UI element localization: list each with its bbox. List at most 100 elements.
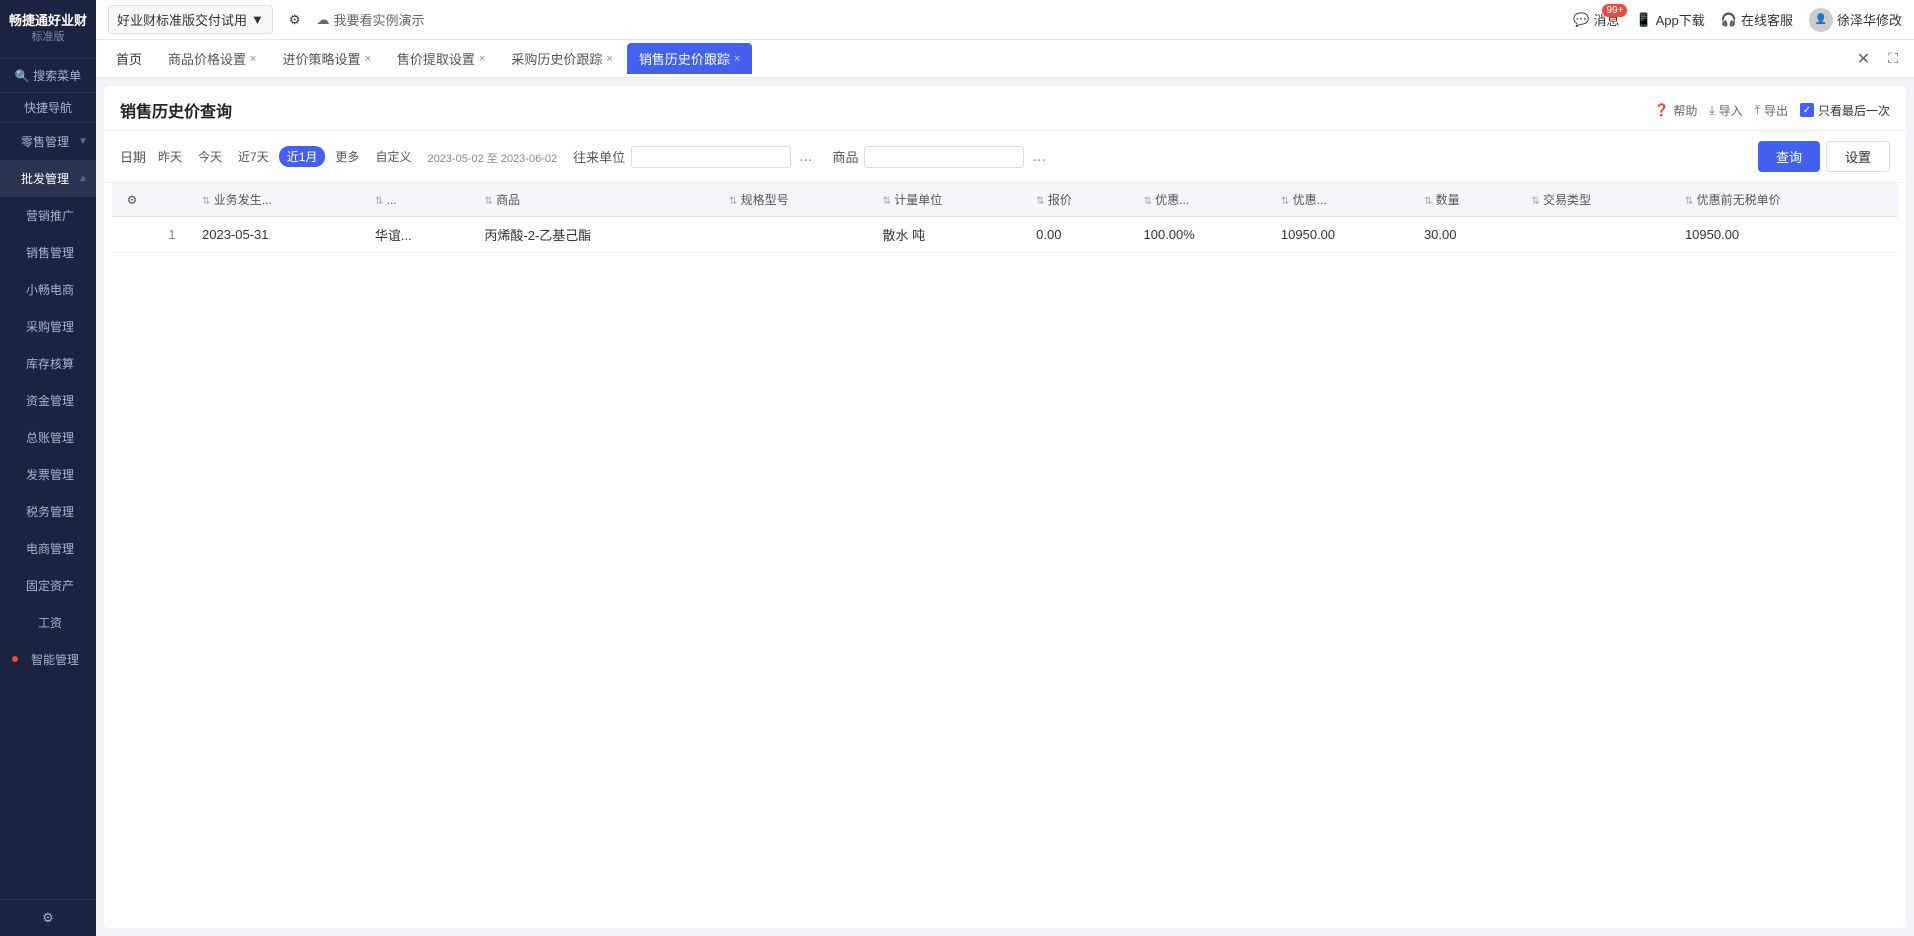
product-name: 好业财标准版交付试用 <box>117 10 247 29</box>
col-index <box>152 183 192 217</box>
sidebar-item-assets[interactable]: 固定资产 <box>0 567 96 604</box>
sidebar-item-purchase-label: 采购管理 <box>12 318 88 335</box>
sidebar-item-tax[interactable]: 税务管理 <box>0 493 96 530</box>
tab-sale-extract-label: 售价提取设置 <box>397 49 475 68</box>
col-discount-amt[interactable]: ⇅ 优惠... <box>1271 183 1414 217</box>
sidebar-item-wholesale[interactable]: 批发管理 ▲ <box>0 160 96 197</box>
col-biz-date[interactable]: ⇅ 业务发生... <box>192 183 365 217</box>
settings-filter-btn[interactable]: 设置 <box>1826 141 1890 172</box>
product-selector[interactable]: 好业财标准版交付试用 ▼ <box>108 5 273 34</box>
topbar-right: 💬 消息 99+ 📱 App下载 🎧 在线客服 👤 徐泽华修改 <box>1573 8 1902 32</box>
page-header: 销售历史价查询 ❓ 帮助 ⤓ 导入 ⤒ 导出 ✓ 只看最后一次 <box>104 86 1906 131</box>
col-quantity[interactable]: ⇅ 数量 <box>1414 183 1521 217</box>
source-unit-filter-group: 往来单位 ... <box>573 146 816 168</box>
only-last-checkbox[interactable]: ✓ 只看最后一次 <box>1800 102 1890 119</box>
col-discount-pct[interactable]: ⇅ 优惠... <box>1134 183 1271 217</box>
sidebar-item-ecom[interactable]: 电商管理 <box>0 530 96 567</box>
sidebar-item-payroll-label: 工资 <box>12 614 88 631</box>
sidebar-item-marketing[interactable]: 营销推广 <box>0 197 96 234</box>
help-btn[interactable]: ❓ 帮助 <box>1654 102 1697 119</box>
date-btn-last1m[interactable]: 近1月 <box>279 146 326 167</box>
sort-icon: ⇅ <box>883 196 891 207</box>
sidebar-item-inventory[interactable]: 库存核算 <box>0 345 96 382</box>
tabs-expand-btn[interactable]: ⛶ <box>1880 46 1906 71</box>
sidebar-settings-btn[interactable]: ⚙ <box>0 899 96 936</box>
sidebar-item-invoice[interactable]: 发票管理 <box>0 456 96 493</box>
demo-link[interactable]: ☁ 我要看实例演示 <box>317 10 425 29</box>
filter-row: 日期 昨天 今天 近7天 近1月 更多 自定义 2023-05-02 至 202… <box>104 131 1906 183</box>
date-filter-group: 日期 昨天 今天 近7天 近1月 更多 自定义 2023-05-02 至 202… <box>120 146 557 167</box>
help-label: 帮助 <box>1673 102 1697 119</box>
col-pretax-price[interactable]: ⇅ 优惠前无税单价 <box>1675 183 1898 217</box>
source-unit-input[interactable] <box>631 146 791 168</box>
date-buttons: 昨天 今天 近7天 近1月 更多 自定义 <box>152 146 417 167</box>
date-btn-last7[interactable]: 近7天 <box>232 146 275 167</box>
sidebar-item-invoice-label: 发票管理 <box>12 466 88 483</box>
sidebar-item-payroll[interactable]: 工资 <box>0 604 96 641</box>
app-download-btn[interactable]: 📱 App下载 <box>1635 10 1704 29</box>
tab-sale-history[interactable]: 销售历史价跟踪 × <box>627 43 752 74</box>
table-row: 1 2023-05-31 华谊... 丙烯酸-2-乙基己酯 散水 吨 0.00 <box>112 217 1898 253</box>
sidebar-item-fund[interactable]: 资金管理 <box>0 382 96 419</box>
sidebar-item-ecom-small[interactable]: 小畅电商 <box>0 271 96 308</box>
sidebar-item-purchase[interactable]: 采购管理 <box>0 308 96 345</box>
tab-price-settings[interactable]: 商品价格设置 × <box>156 43 268 74</box>
col-price[interactable]: ⇅ 报价 <box>1026 183 1133 217</box>
chevron-down-icon: ▼ <box>78 136 88 147</box>
sidebar-item-sales[interactable]: 销售管理 <box>0 234 96 271</box>
demo-label: 我要看实例演示 <box>334 10 425 29</box>
online-service-btn[interactable]: 🎧 在线客服 <box>1721 10 1793 29</box>
date-btn-today[interactable]: 今天 <box>192 146 228 167</box>
col-more[interactable]: ⇅ ... <box>365 183 475 217</box>
sidebar-item-ledger[interactable]: 总账管理 <box>0 419 96 456</box>
source-unit-dots[interactable]: ... <box>795 148 816 166</box>
page-title: 销售历史价查询 <box>120 98 232 122</box>
col-spec[interactable]: ⇅ 规格型号 <box>719 183 873 217</box>
col-unit[interactable]: ⇅ 计量单位 <box>873 183 1027 217</box>
content-area: 销售历史价查询 ❓ 帮助 ⤓ 导入 ⤒ 导出 ✓ 只看最后一次 <box>104 86 1906 928</box>
tabs-close-btn[interactable]: ✕ <box>1849 45 1878 73</box>
product-filter-label: 商品 <box>832 147 858 166</box>
sort-icon: ⇅ <box>1036 196 1044 207</box>
date-btn-yesterday[interactable]: 昨天 <box>152 146 188 167</box>
tab-purchase-history[interactable]: 采购历史价跟踪 × <box>499 43 624 74</box>
sidebar-search[interactable]: 🔍 搜索菜单 <box>0 59 96 93</box>
export-label: 导出 <box>1764 102 1788 119</box>
message-btn[interactable]: 💬 消息 99+ <box>1573 10 1619 29</box>
sort-icon: ⇅ <box>375 196 383 207</box>
table-container: ⚙ ⇅ 业务发生... ⇅ ... ⇅ 商品 <box>104 183 1906 928</box>
tab-purchase-strategy[interactable]: 进价策略设置 × <box>270 43 382 74</box>
product-input-wrapper: ... <box>864 146 1049 168</box>
col-product[interactable]: ⇅ 商品 <box>474 183 718 217</box>
date-btn-custom[interactable]: 自定义 <box>369 146 417 167</box>
sidebar-quick-nav[interactable]: 快捷导航 <box>0 93 96 123</box>
settings-btn[interactable]: ⚙ <box>281 8 309 32</box>
tab-purchase-strategy-close[interactable]: × <box>364 53 370 65</box>
gear-icon[interactable]: ⚙ <box>127 193 138 207</box>
import-btn[interactable]: ⤓ 导入 <box>1709 102 1742 119</box>
col-trade-type[interactable]: ⇅ 交易类型 <box>1521 183 1675 217</box>
sidebar-item-retail[interactable]: 零售管理 ▼ <box>0 123 96 160</box>
query-btn[interactable]: 查询 <box>1758 141 1820 172</box>
topbar: 好业财标准版交付试用 ▼ ⚙ ☁ 我要看实例演示 💬 消息 99+ 📱 App下… <box>96 0 1914 40</box>
app-logo-title: 畅捷通好业财 <box>8 12 88 30</box>
row-spec <box>719 217 873 253</box>
product-input[interactable] <box>864 146 1024 168</box>
tab-purchase-history-close[interactable]: × <box>606 53 612 65</box>
sidebar-item-smart[interactable]: 智能管理 <box>0 641 96 678</box>
tab-home[interactable]: 首页 <box>104 43 154 74</box>
tab-price-settings-close[interactable]: × <box>250 53 256 65</box>
row-product: 丙烯酸-2-乙基己酯 <box>474 217 718 253</box>
date-range-display: 2023-05-02 至 2023-06-02 <box>427 150 557 166</box>
tab-sale-history-close[interactable]: × <box>734 53 740 65</box>
chevron-up-icon: ▲ <box>78 173 88 184</box>
user-menu[interactable]: 👤 徐泽华修改 <box>1809 8 1902 32</box>
tab-sale-extract-close[interactable]: × <box>479 53 485 65</box>
tab-price-settings-label: 商品价格设置 <box>168 49 246 68</box>
tab-sale-extract[interactable]: 售价提取设置 × <box>385 43 497 74</box>
date-btn-more[interactable]: 更多 <box>329 146 365 167</box>
product-dots[interactable]: ... <box>1028 148 1049 166</box>
sidebar-item-ledger-label: 总账管理 <box>12 429 88 446</box>
sidebar-item-smart-label: 智能管理 <box>22 651 88 668</box>
export-btn[interactable]: ⤒ 导出 <box>1755 102 1788 119</box>
